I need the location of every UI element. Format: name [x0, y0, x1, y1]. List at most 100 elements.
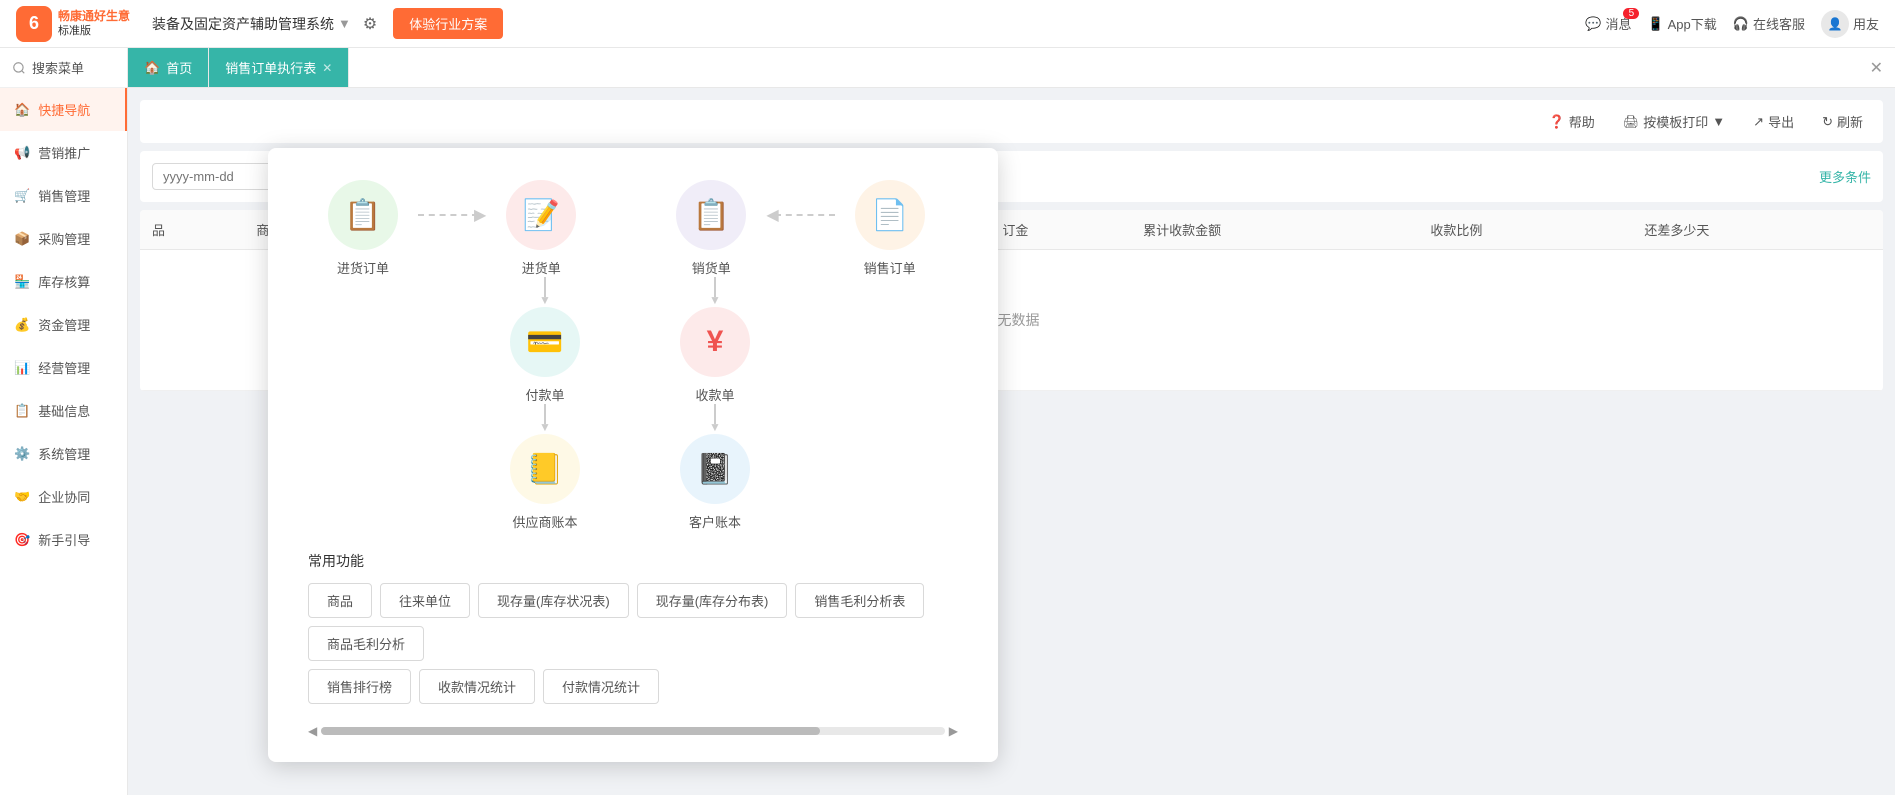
scrollbar-track[interactable] — [321, 727, 945, 735]
sidebar-item-quick-nav[interactable]: 🏠 快捷导航 — [0, 88, 127, 131]
supplier-ledger-circle: 📒 — [510, 434, 580, 504]
flow-row-arrows: ▼ ▼ — [308, 277, 958, 307]
sales-icon: 🛒 — [14, 188, 30, 204]
flow-node-payment-bill: 💳 付款单 — [490, 307, 600, 404]
common-buttons-row-2: 销售排行榜 收款情况统计 付款情况统计 — [308, 669, 958, 704]
flow-node-customer-ledger: 📓 客户账本 — [660, 434, 770, 531]
flow-row-3: 📒 供应商账本 📓 客户账本 — [308, 434, 770, 531]
message-badge: 5 — [1623, 8, 1639, 19]
search-icon — [12, 61, 26, 75]
sidebar-item-purchase[interactable]: 📦 采购管理 — [0, 217, 127, 260]
marketing-icon: 📢 — [14, 145, 30, 161]
settings-icon-btn[interactable]: ⚙ — [363, 14, 377, 34]
inventory-icon: 🏪 — [14, 274, 30, 290]
system-title: 装备及固定资产辅助管理系统 — [152, 14, 334, 34]
flow-row-arrows-2: ▼ ▼ — [308, 404, 958, 434]
sales-bill-circle: 📋 — [676, 180, 746, 250]
message-btn[interactable]: 💬 消息 5 — [1585, 14, 1631, 33]
common-buttons-row: 商品 往来单位 现存量(库存状况表) 现存量(库存分布表) 销售毛利分析表 商品… — [308, 583, 958, 661]
common-btn-product-profit[interactable]: 商品毛利分析 — [308, 626, 424, 661]
app-download-btn[interactable]: 📱 App下载 — [1647, 14, 1716, 33]
common-btn-payment-stat[interactable]: 付款情况统计 — [543, 669, 659, 704]
app-wrapper: 6 畅康通好生意 标准版 装备及固定资产辅助管理系统 ▼ ⚙ 体验行业方案 💬 … — [0, 0, 1895, 795]
flow-node-sales-bill: 📋 销货单 — [656, 180, 766, 277]
flow-row-2: 💳 付款单 ¥ 收款单 — [308, 307, 770, 404]
sidebar: 搜索菜单 🏠 快捷导航 📢 营销推广 🛒 销售管理 📦 采购管理 🏪 库存核算 — [0, 48, 128, 795]
operations-icon: 📊 — [14, 360, 30, 376]
top-right: 💬 消息 5 📱 App下载 🎧 在线客服 👤 用友 — [1585, 10, 1879, 38]
content-area: 🏠 首页 销售订单执行表 ✕ ✕ ❓ 帮助 🖨 — [128, 48, 1895, 795]
popup-scrollbar: ◀ ▶ — [308, 724, 958, 738]
trial-button[interactable]: 体验行业方案 — [393, 8, 503, 39]
flow-node-receipt-bill: ¥ 收款单 — [660, 307, 770, 404]
common-functions-title: 常用功能 — [308, 551, 958, 571]
enterprise-icon: 🤝 — [14, 489, 30, 505]
purchase-bill-label: 进货单 — [522, 258, 561, 277]
purchase-order-circle: 📋 — [328, 180, 398, 250]
main-content: ❓ 帮助 🖨 按模板打印 ▼ ↗ 导出 ↻ 刷新 — [128, 88, 1895, 795]
system-title-area: 装备及固定资产辅助管理系统 ▼ ⚙ 体验行业方案 — [152, 8, 1585, 39]
arrow-down-sales-bill: ▼ — [660, 277, 770, 307]
supplier-ledger-label: 供应商账本 — [512, 512, 577, 531]
receipt-bill-label: 收款单 — [695, 385, 734, 404]
purchase-bill-circle: 📝 — [506, 180, 576, 250]
system-icon: ⚙️ — [14, 446, 30, 462]
tab-sales-order[interactable]: 销售订单执行表 ✕ — [209, 48, 349, 87]
user-menu[interactable]: 👤 用友 — [1821, 10, 1879, 38]
purchase-order-label: 进货订单 — [337, 258, 389, 277]
scrollbar-left-arrow[interactable]: ◀ — [308, 724, 317, 738]
arrow-down-payment: ▼ — [490, 404, 600, 434]
top-bar: 6 畅康通好生意 标准版 装备及固定资产辅助管理系统 ▼ ⚙ 体验行业方案 💬 … — [0, 0, 1895, 48]
common-btn-sales-ranking[interactable]: 销售排行榜 — [308, 669, 411, 704]
logo-text: 畅康通好生意 标准版 — [58, 9, 130, 39]
customer-ledger-label: 客户账本 — [689, 512, 741, 531]
close-all-tabs-button[interactable]: ✕ — [1870, 58, 1883, 78]
tab-close-icon[interactable]: ✕ — [322, 61, 332, 75]
sidebar-item-inventory[interactable]: 🏪 库存核算 — [0, 260, 127, 303]
logo-icon: 6 — [16, 6, 52, 42]
tab-home[interactable]: 🏠 首页 — [128, 48, 209, 87]
phone-icon: 📱 — [1647, 16, 1663, 32]
common-btn-stock-dist[interactable]: 现存量(库存分布表) — [637, 583, 788, 618]
flow-row-1: 📋 进货订单 ▶ 📝 — [308, 180, 945, 277]
receipt-bill-circle: ¥ — [680, 307, 750, 377]
message-icon: 💬 — [1585, 16, 1601, 32]
search-menu[interactable]: 搜索菜单 — [0, 48, 127, 88]
common-btn-sales-profit[interactable]: 销售毛利分析表 — [795, 583, 924, 618]
payment-bill-circle: 💳 — [510, 307, 580, 377]
common-btn-product[interactable]: 商品 — [308, 583, 372, 618]
sales-bill-label: 销货单 — [692, 258, 731, 277]
sales-order-label: 销售订单 — [864, 258, 916, 277]
sidebar-item-finance[interactable]: 💰 资金管理 — [0, 303, 127, 346]
common-btn-stock-status[interactable]: 现存量(库存状况表) — [478, 583, 629, 618]
sales-order-circle: 📄 — [855, 180, 925, 250]
finance-icon: 💰 — [14, 317, 30, 333]
basic-info-icon: 📋 — [14, 403, 30, 419]
sidebar-item-enterprise[interactable]: 🤝 企业协同 — [0, 475, 127, 518]
common-functions: 常用功能 商品 往来单位 现存量(库存状况表) 现存量(库存分布表) 销售毛利分… — [308, 551, 958, 704]
sidebar-item-sales[interactable]: 🛒 销售管理 — [0, 174, 127, 217]
sidebar-item-operations[interactable]: 📊 经营管理 — [0, 346, 127, 389]
flow-diagram: 📋 进货订单 ▶ 📝 — [308, 180, 958, 531]
sidebar-item-system[interactable]: ⚙️ 系统管理 — [0, 432, 127, 475]
sidebar-item-newbie[interactable]: 🎯 新手引导 — [0, 518, 127, 561]
flow-node-purchase-order: 📋 进货订单 — [308, 180, 418, 277]
newbie-icon: 🎯 — [14, 532, 30, 548]
common-btn-receipt-stat[interactable]: 收款情况统计 — [419, 669, 535, 704]
main-area: 搜索菜单 🏠 快捷导航 📢 营销推广 🛒 销售管理 📦 采购管理 🏪 库存核算 — [0, 48, 1895, 795]
common-btn-partner[interactable]: 往来单位 — [380, 583, 470, 618]
logo-area: 6 畅康通好生意 标准版 — [16, 6, 144, 42]
avatar: 👤 — [1821, 10, 1849, 38]
purchase-icon: 📦 — [14, 231, 30, 247]
home-icon: 🏠 — [14, 102, 30, 118]
flow-node-purchase-bill: 📝 进货单 — [486, 180, 596, 277]
sidebar-item-marketing[interactable]: 📢 营销推广 — [0, 131, 127, 174]
scrollbar-thumb — [321, 727, 820, 735]
title-dropdown-icon[interactable]: ▼ — [338, 16, 351, 31]
flow-node-supplier-ledger: 📒 供应商账本 — [490, 434, 600, 531]
online-service-btn[interactable]: 🎧 在线客服 — [1733, 14, 1805, 33]
headset-icon: 🎧 — [1733, 16, 1749, 32]
sidebar-item-basic-info[interactable]: 📋 基础信息 — [0, 389, 127, 432]
scrollbar-right-arrow[interactable]: ▶ — [949, 724, 958, 738]
arrow-down-receipt: ▼ — [660, 404, 770, 434]
